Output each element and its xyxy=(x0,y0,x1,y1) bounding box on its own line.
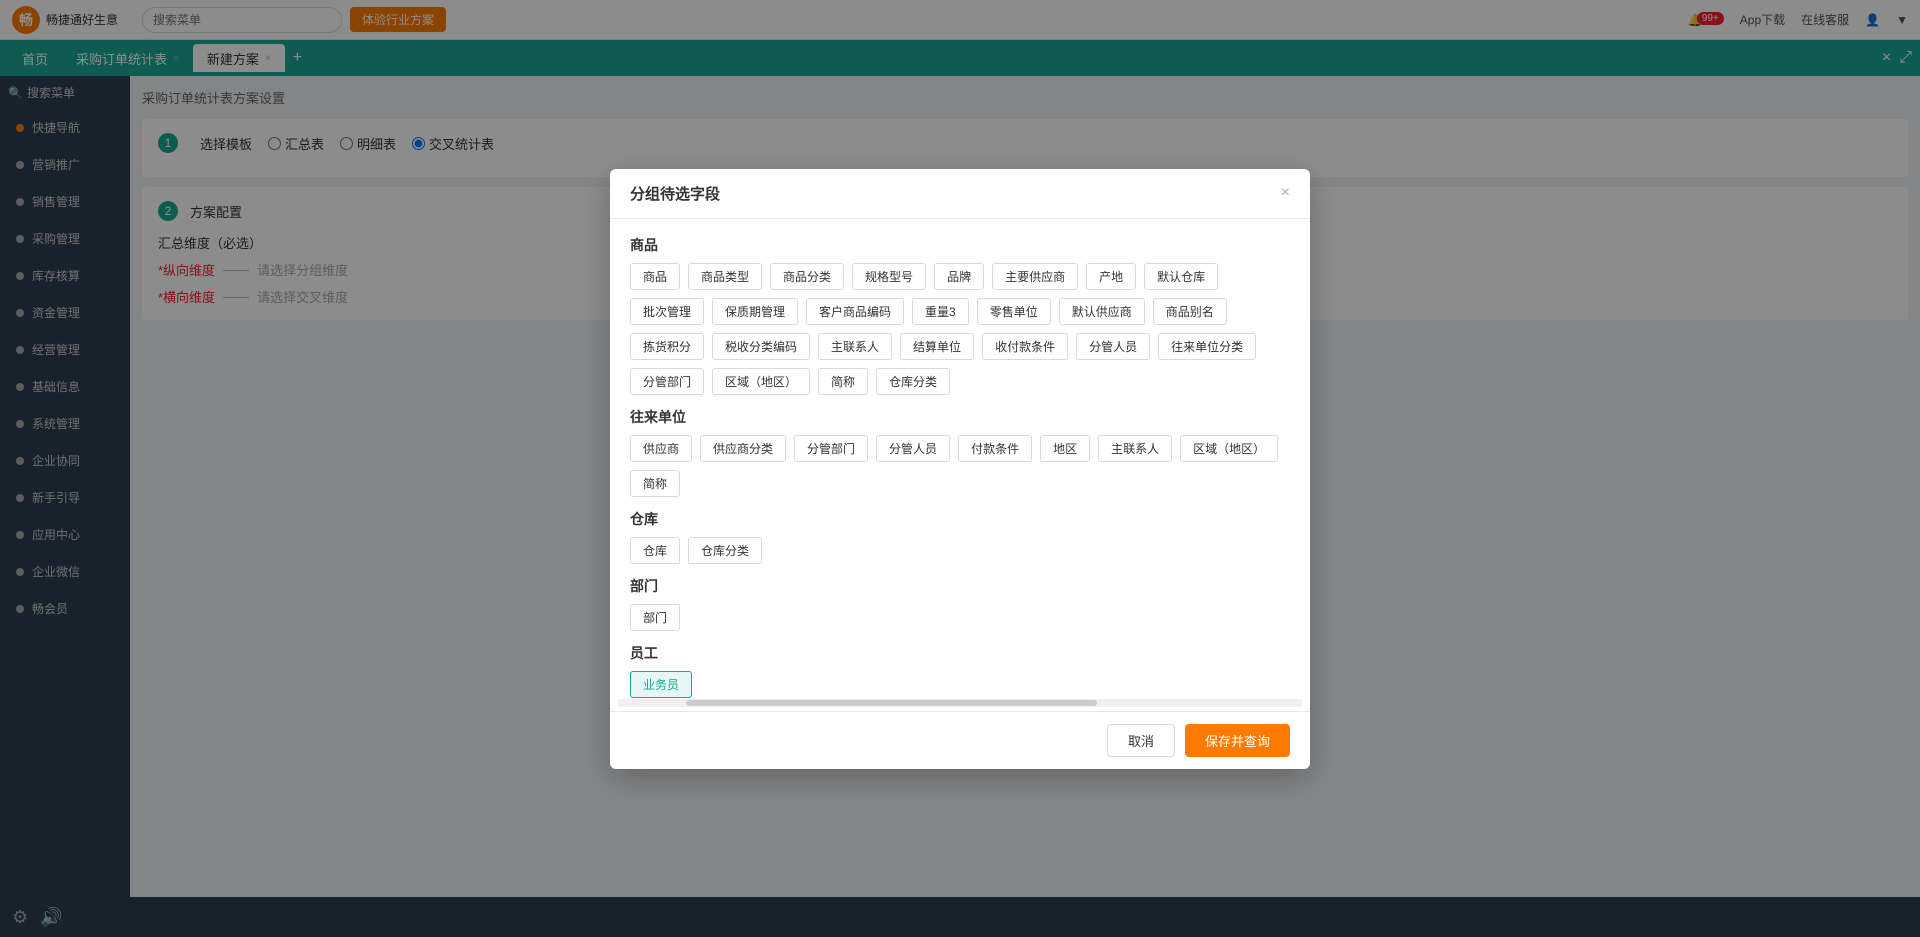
field-tag-供应商[interactable]: 供应商 xyxy=(630,435,692,462)
field-tag-默认供应商[interactable]: 默认供应商 xyxy=(1059,298,1145,325)
dialog-footer: 取消 保存并查询 xyxy=(610,711,1310,769)
field-tag-商品别名[interactable]: 商品别名 xyxy=(1153,298,1227,325)
field-tags-仓库: 仓库仓库分类 xyxy=(630,537,1290,564)
field-tag-简称[interactable]: 简称 xyxy=(818,368,868,395)
field-tag-商品分类[interactable]: 商品分类 xyxy=(770,263,844,290)
field-tag-商品[interactable]: 商品 xyxy=(630,263,680,290)
dialog-title: 分组待选字段 xyxy=(630,183,720,204)
dialog-hscroll[interactable] xyxy=(618,699,1302,707)
field-tag-商品类型[interactable]: 商品类型 xyxy=(688,263,762,290)
field-tag-区域（地区）[interactable]: 区域（地区） xyxy=(712,368,810,395)
dialog-hscroll-thumb xyxy=(686,700,1096,706)
field-tag-零售单位[interactable]: 零售单位 xyxy=(977,298,1051,325)
field-tag-规格型号[interactable]: 规格型号 xyxy=(852,263,926,290)
field-tag-分管人员[interactable]: 分管人员 xyxy=(876,435,950,462)
section-title-员工: 员工 xyxy=(630,643,1290,663)
field-tag-收付款条件[interactable]: 收付款条件 xyxy=(982,333,1068,360)
field-tag-仓库分类[interactable]: 仓库分类 xyxy=(688,537,762,564)
field-tag-拣货积分[interactable]: 拣货积分 xyxy=(630,333,704,360)
field-tag-主联系人[interactable]: 主联系人 xyxy=(1098,435,1172,462)
field-tag-重量3[interactable]: 重量3 xyxy=(912,298,969,325)
field-tags-商品: 商品商品类型商品分类规格型号品牌主要供应商产地默认仓库批次管理保质期管理客户商品… xyxy=(630,263,1290,395)
field-tag-业务员[interactable]: 业务员 xyxy=(630,671,692,698)
field-tag-简称[interactable]: 简称 xyxy=(630,470,680,497)
field-tag-往来单位分类[interactable]: 往来单位分类 xyxy=(1158,333,1256,360)
field-tags-部门: 部门 xyxy=(630,604,1290,631)
field-tag-税收分类编码[interactable]: 税收分类编码 xyxy=(712,333,810,360)
dialog-body: 商品商品商品类型商品分类规格型号品牌主要供应商产地默认仓库批次管理保质期管理客户… xyxy=(610,219,1310,699)
field-tag-部门[interactable]: 部门 xyxy=(630,604,680,631)
field-tags-员工: 业务员 xyxy=(630,671,1290,698)
field-tag-分管部门[interactable]: 分管部门 xyxy=(794,435,868,462)
section-title-部门: 部门 xyxy=(630,576,1290,596)
field-tag-仓库分类[interactable]: 仓库分类 xyxy=(876,368,950,395)
field-tag-付款条件[interactable]: 付款条件 xyxy=(958,435,1032,462)
field-tag-品牌[interactable]: 品牌 xyxy=(934,263,984,290)
field-tag-批次管理[interactable]: 批次管理 xyxy=(630,298,704,325)
field-select-dialog: 分组待选字段 × 商品商品商品类型商品分类规格型号品牌主要供应商产地默认仓库批次… xyxy=(610,169,1310,769)
field-tag-默认仓库[interactable]: 默认仓库 xyxy=(1144,263,1218,290)
section-title-仓库: 仓库 xyxy=(630,509,1290,529)
field-tag-地区[interactable]: 地区 xyxy=(1040,435,1090,462)
field-tag-分管部门[interactable]: 分管部门 xyxy=(630,368,704,395)
dialog-hscroll-area xyxy=(610,699,1310,711)
dialog-header: 分组待选字段 × xyxy=(610,169,1310,219)
field-tag-主要供应商[interactable]: 主要供应商 xyxy=(992,263,1078,290)
field-tag-主联系人[interactable]: 主联系人 xyxy=(818,333,892,360)
modal-overlay: 分组待选字段 × 商品商品商品类型商品分类规格型号品牌主要供应商产地默认仓库批次… xyxy=(0,0,1920,937)
field-tag-结算单位[interactable]: 结算单位 xyxy=(900,333,974,360)
cancel-btn[interactable]: 取消 xyxy=(1107,724,1175,757)
field-tag-仓库[interactable]: 仓库 xyxy=(630,537,680,564)
section-title-商品: 商品 xyxy=(630,235,1290,255)
dialog-close-btn[interactable]: × xyxy=(1281,184,1290,202)
field-tag-客户商品编码[interactable]: 客户商品编码 xyxy=(806,298,904,325)
confirm-btn[interactable]: 保存并查询 xyxy=(1185,724,1290,757)
field-tag-供应商分类[interactable]: 供应商分类 xyxy=(700,435,786,462)
field-tags-往来单位: 供应商供应商分类分管部门分管人员付款条件地区主联系人区域（地区） 简称 xyxy=(630,435,1290,497)
section-title-往来单位: 往来单位 xyxy=(630,407,1290,427)
field-tag-保质期管理[interactable]: 保质期管理 xyxy=(712,298,798,325)
field-tag-区域（地区）[interactable]: 区域（地区） xyxy=(1180,435,1278,462)
field-tag-分管人员[interactable]: 分管人员 xyxy=(1076,333,1150,360)
field-tag-产地[interactable]: 产地 xyxy=(1086,263,1136,290)
